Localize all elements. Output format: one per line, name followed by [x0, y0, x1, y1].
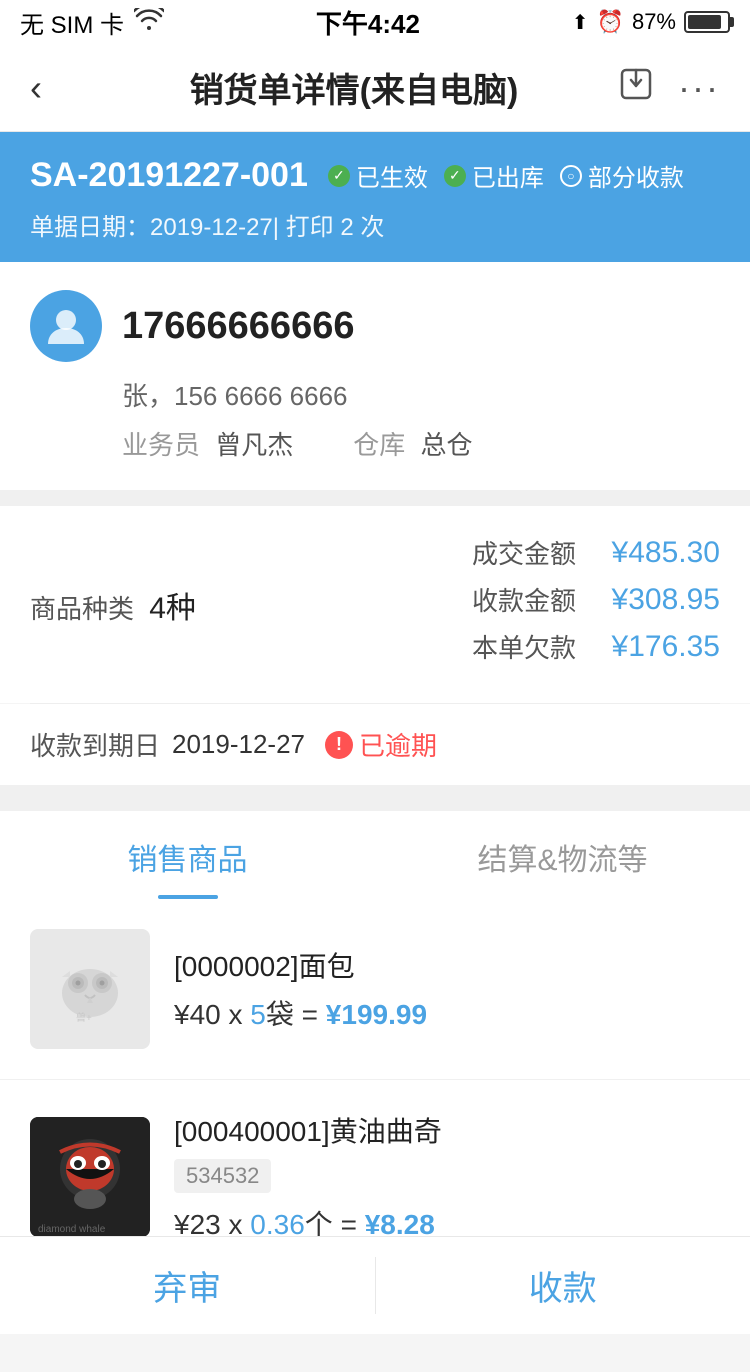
tabs-row: 销售商品 结算&物流等: [0, 811, 750, 899]
product-thumb-1: 兽+: [30, 929, 150, 1049]
product-types: 商品种类 4种: [30, 583, 196, 627]
status-badge-partial: ○ 部分收款: [560, 158, 684, 193]
salesperson-info: 业务员 曾凡杰: [122, 425, 293, 462]
check-icon-1: ✓: [328, 165, 350, 187]
product-name-1: [0000002]面包: [174, 945, 720, 985]
due-section: 收款到期日 2019-12-27 ! 已逾期: [0, 704, 750, 785]
wifi-icon: [134, 8, 164, 37]
status-badge-shipped: ✓ 已出库: [444, 158, 544, 193]
amounts: 成交金额 ¥485.30 收款金额 ¥308.95 本单欠款 ¥176.35: [472, 534, 720, 675]
products-section: 兽+ [0000002]面包 ¥40 x 5袋 = ¥199.99: [0, 899, 750, 1274]
overdue-text: 已逾期: [359, 726, 437, 763]
product-name-2: [000400001]黄油曲奇: [174, 1110, 720, 1150]
product-thumb-2: diamond whale: [30, 1117, 150, 1237]
clock-icon: ○: [560, 165, 582, 187]
overdue-icon: !: [325, 731, 353, 759]
customer-top: 17666666666: [30, 290, 720, 362]
nav-actions: ···: [618, 66, 720, 110]
svg-text:diamond whale: diamond whale: [38, 1224, 106, 1235]
header-banner: SA-20191227-001 ✓ 已生效 ✓ 已出库 ○ 部分收款 单据日期：…: [0, 132, 750, 262]
receipt-amount: ¥308.95: [600, 583, 720, 617]
check-icon-2: ✓: [444, 165, 466, 187]
tab-settlement[interactable]: 结算&物流等: [375, 811, 750, 899]
customer-sub: 张，156 6666 6666: [30, 376, 720, 413]
receipt-row: 收款金额 ¥308.95: [472, 581, 720, 618]
nav-bar: ‹ 销货单详情(来自电脑) ···: [0, 44, 750, 132]
customer-name: 17666666666: [122, 305, 354, 348]
debt-row: 本单欠款 ¥176.35: [472, 628, 720, 665]
transaction-amount: ¥485.30: [600, 536, 720, 570]
status-left: 无 SIM 卡: [20, 5, 164, 40]
time-display: 下午4:42: [316, 4, 420, 41]
product-price-1: ¥40 x 5袋 = ¥199.99: [174, 993, 720, 1033]
divider-2: [0, 785, 750, 801]
svg-text:兽+: 兽+: [76, 1011, 92, 1024]
overdue-badge: ! 已逾期: [325, 726, 437, 763]
transaction-row: 成交金额 ¥485.30: [472, 534, 720, 571]
banner-sub: 单据日期：2019-12-27| 打印 2 次: [30, 207, 720, 242]
location-icon: ⬆: [572, 10, 589, 35]
product-info-1: [0000002]面包 ¥40 x 5袋 = ¥199.99: [174, 945, 720, 1033]
avatar: [30, 290, 102, 362]
bottom-bar: 弃审 收款: [0, 1236, 750, 1334]
summary-row: 商品种类 4种 成交金额 ¥485.30 收款金额 ¥308.95 本单欠款 ¥…: [30, 534, 720, 675]
customer-meta: 业务员 曾凡杰 仓库 总仓: [30, 425, 720, 462]
banner-top: SA-20191227-001 ✓ 已生效 ✓ 已出库 ○ 部分收款: [30, 156, 720, 195]
product-info-2: [000400001]黄油曲奇 534532 ¥23 x 0.36个 = ¥8.…: [174, 1110, 720, 1243]
battery-icon: [684, 11, 730, 33]
warehouse-info: 仓库 总仓: [353, 425, 472, 462]
product-item: 兽+ [0000002]面包 ¥40 x 5袋 = ¥199.99: [0, 899, 750, 1080]
status-right: ⬆ ⏰ 87%: [572, 9, 730, 35]
divider-1: [0, 490, 750, 506]
share-icon[interactable]: [618, 66, 654, 110]
back-button[interactable]: ‹: [30, 67, 90, 109]
alarm-icon: ⏰: [597, 9, 624, 35]
due-label: 收款到期日: [30, 726, 160, 763]
status-bar: 无 SIM 卡 下午4:42 ⬆ ⏰ 87%: [0, 0, 750, 44]
tab-sales[interactable]: 销售商品: [0, 811, 375, 899]
debt-amount: ¥176.35: [600, 630, 720, 664]
due-date: 2019-12-27: [172, 729, 305, 760]
confirm-button[interactable]: 收款: [376, 1237, 750, 1334]
status-badge-effective: ✓ 已生效: [328, 158, 428, 193]
summary-section: 商品种类 4种 成交金额 ¥485.30 收款金额 ¥308.95 本单欠款 ¥…: [0, 506, 750, 703]
cancel-button[interactable]: 弃审: [0, 1237, 375, 1334]
page-title: 销货单详情(来自电脑): [190, 63, 519, 112]
carrier-text: 无 SIM 卡: [20, 5, 124, 40]
status-badges: ✓ 已生效 ✓ 已出库 ○ 部分收款: [328, 158, 684, 193]
order-id: SA-20191227-001: [30, 156, 308, 195]
more-icon[interactable]: ···: [678, 67, 720, 109]
customer-section: 17666666666 张，156 6666 6666 业务员 曾凡杰 仓库 总…: [0, 262, 750, 490]
battery-percent: 87%: [632, 9, 676, 35]
tabs-section: 销售商品 结算&物流等: [0, 801, 750, 899]
product-sku: 534532: [174, 1159, 271, 1193]
